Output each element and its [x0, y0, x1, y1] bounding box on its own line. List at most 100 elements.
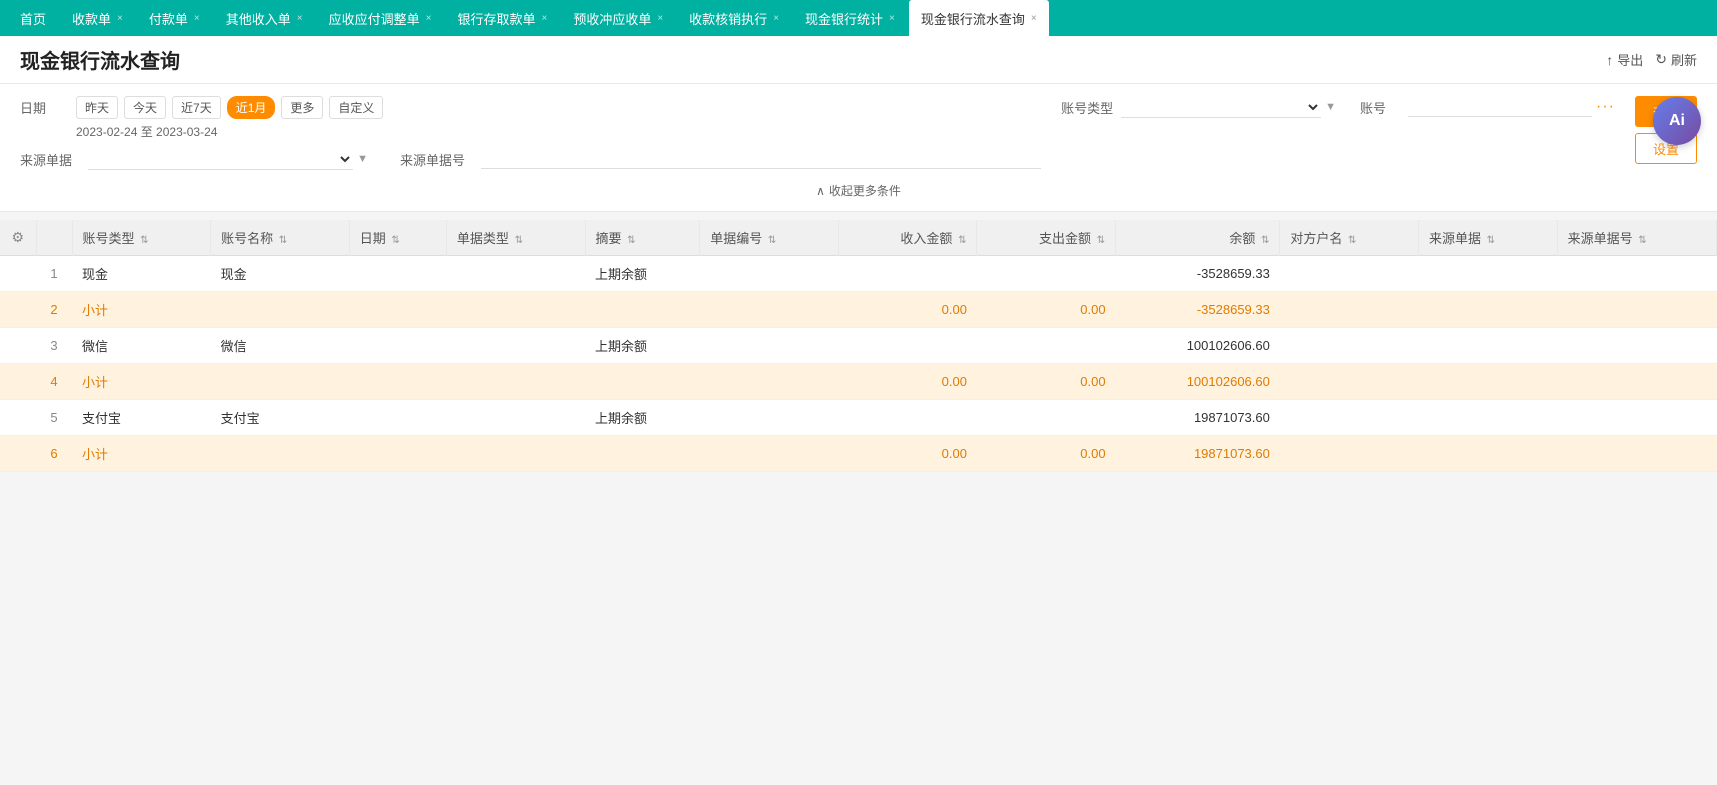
nav-tab-close-7[interactable]: ×: [889, 13, 895, 24]
nav-tab-close-2[interactable]: ×: [297, 13, 303, 24]
row-summary-cell: 上期余额: [585, 400, 700, 436]
source-doc-label: 来源单据: [20, 150, 72, 169]
row-expense-cell: [977, 256, 1116, 292]
nav-tab-label-0: 收款单: [72, 9, 111, 28]
nav-tab-3[interactable]: 应收应付调整单 ×: [317, 0, 444, 36]
col-source-doc[interactable]: 来源单据 ⇅: [1418, 220, 1557, 256]
table-settings-icon[interactable]: ⚙: [11, 229, 24, 245]
row-income-cell: 0.00: [838, 364, 977, 400]
col-account-type[interactable]: 账号类型 ⇅: [72, 220, 211, 256]
nav-tab-label-5: 预收冲应收单: [573, 9, 651, 28]
col-balance-label: 余额: [1229, 231, 1255, 246]
col-date[interactable]: 日期 ⇅: [349, 220, 446, 256]
row-balance-cell: 100102606.60: [1116, 328, 1280, 364]
account-type-label: 账号类型: [1061, 98, 1113, 117]
row-income-cell: 0.00: [838, 292, 977, 328]
col-no: [36, 220, 72, 256]
row-doc-no-cell: [700, 256, 839, 292]
row-balance-cell: -3528659.33: [1116, 292, 1280, 328]
header-bar: 现金银行流水查询 ↑ 导出 ↻ 刷新: [0, 36, 1717, 84]
col-doc-type[interactable]: 单据类型 ⇅: [446, 220, 585, 256]
row-account-type-cell: 小计: [72, 292, 211, 328]
nav-tab-close-1[interactable]: ×: [194, 13, 200, 24]
col-income[interactable]: 收入金额 ⇅: [838, 220, 977, 256]
nav-tab-close-3[interactable]: ×: [426, 13, 432, 24]
nav-tab-label-7: 现金银行统计: [805, 9, 883, 28]
nav-tab-close-5[interactable]: ×: [657, 13, 663, 24]
nav-tab-8[interactable]: 现金银行流水查询 ×: [909, 0, 1049, 36]
nav-tab-1[interactable]: 付款单 ×: [137, 0, 212, 36]
row-account-type-cell: 现金: [72, 256, 211, 292]
row-counterparty-cell: [1280, 364, 1419, 400]
row-no-cell: 6: [36, 436, 72, 472]
date-btn-1month[interactable]: 近1月: [227, 96, 276, 119]
row-counterparty-cell: [1280, 256, 1419, 292]
nav-tab-close-6[interactable]: ×: [773, 13, 779, 24]
date-btn-yesterday[interactable]: 昨天: [76, 96, 118, 119]
row-expense-cell: 0.00: [977, 436, 1116, 472]
row-account-type-cell: 微信: [72, 328, 211, 364]
nav-home[interactable]: 首页: [8, 9, 58, 28]
row-doc-no-cell: [700, 328, 839, 364]
row-account-type-cell: 小计: [72, 364, 211, 400]
source-doc-select[interactable]: [88, 148, 353, 170]
nav-tab-5[interactable]: 预收冲应收单 ×: [561, 0, 675, 36]
date-btn-more[interactable]: 更多: [281, 96, 323, 119]
nav-tab-0[interactable]: 收款单 ×: [60, 0, 135, 36]
row-expense-cell: 0.00: [977, 364, 1116, 400]
table-header-row: ⚙ 账号类型 ⇅ 账号名称 ⇅ 日期 ⇅ 单据类型 ⇅: [0, 220, 1717, 256]
source-doc-no-label: 来源单据号: [400, 150, 465, 169]
nav-tab-close-0[interactable]: ×: [117, 13, 123, 24]
row-date-cell: [349, 292, 446, 328]
row-account-type-cell: 小计: [72, 436, 211, 472]
export-label: 导出: [1617, 50, 1643, 69]
nav-tab-close-4[interactable]: ×: [541, 13, 547, 24]
sort-balance-icon: ⇅: [1261, 235, 1269, 246]
source-doc-no-input[interactable]: [481, 149, 1041, 169]
row-source-doc-cell: [1418, 256, 1557, 292]
row-balance-cell: 100102606.60: [1116, 364, 1280, 400]
row-summary-cell: [585, 292, 700, 328]
col-summary[interactable]: 摘要 ⇅: [585, 220, 700, 256]
account-no-input[interactable]: [1408, 97, 1592, 117]
row-settings-cell: [0, 328, 36, 364]
row-summary-cell: 上期余额: [585, 256, 700, 292]
filter-area: 日期 昨天 今天 近7天 近1月 更多 自定义 2023-02-24 至 202…: [0, 84, 1717, 212]
nav-tab-7[interactable]: 现金银行统计 ×: [793, 0, 907, 36]
row-account-name-cell: [211, 292, 350, 328]
col-balance[interactable]: 余额 ⇅: [1116, 220, 1280, 256]
row-doc-no-cell: [700, 292, 839, 328]
col-doc-no[interactable]: 单据编号 ⇅: [700, 220, 839, 256]
nav-tab-4[interactable]: 银行存取款单 ×: [445, 0, 559, 36]
account-type-select[interactable]: [1121, 96, 1321, 118]
row-no-cell: 1: [36, 256, 72, 292]
export-button[interactable]: ↑ 导出: [1606, 50, 1643, 69]
refresh-button[interactable]: ↻ 刷新: [1655, 50, 1697, 69]
nav-tab-2[interactable]: 其他收入单 ×: [214, 0, 315, 36]
row-balance-cell: 19871073.60: [1116, 400, 1280, 436]
nav-tab-close-8[interactable]: ×: [1031, 13, 1037, 24]
date-btn-custom[interactable]: 自定义: [329, 96, 383, 119]
row-settings-cell: [0, 292, 36, 328]
export-icon: ↑: [1606, 52, 1613, 68]
row-income-cell: 0.00: [838, 436, 977, 472]
date-btn-7days[interactable]: 近7天: [172, 96, 221, 119]
col-counterparty[interactable]: 对方户名 ⇅: [1280, 220, 1419, 256]
col-counterparty-label: 对方户名: [1290, 231, 1342, 246]
account-no-browse-btn[interactable]: ···: [1596, 98, 1615, 116]
row-expense-cell: [977, 328, 1116, 364]
sort-source-doc-no-icon: ⇅: [1638, 235, 1646, 246]
ai-badge[interactable]: Ai: [1653, 97, 1701, 145]
col-account-name[interactable]: 账号名称 ⇅: [211, 220, 350, 256]
table-row: 6 小计 0.00 0.00 19871073.60: [0, 436, 1717, 472]
row-balance-cell: -3528659.33: [1116, 256, 1280, 292]
row-doc-type-cell: [446, 400, 585, 436]
collapse-filter-btn[interactable]: ∧ 收起更多条件: [20, 182, 1697, 199]
date-btn-today[interactable]: 今天: [124, 96, 166, 119]
col-expense[interactable]: 支出金额 ⇅: [977, 220, 1116, 256]
row-date-cell: [349, 256, 446, 292]
table-row: 5 支付宝 支付宝 上期余额 19871073.60: [0, 400, 1717, 436]
nav-tab-6[interactable]: 收款核销执行 ×: [677, 0, 791, 36]
col-source-doc-no[interactable]: 来源单据号 ⇅: [1557, 220, 1716, 256]
col-account-type-label: 账号类型: [83, 231, 135, 246]
